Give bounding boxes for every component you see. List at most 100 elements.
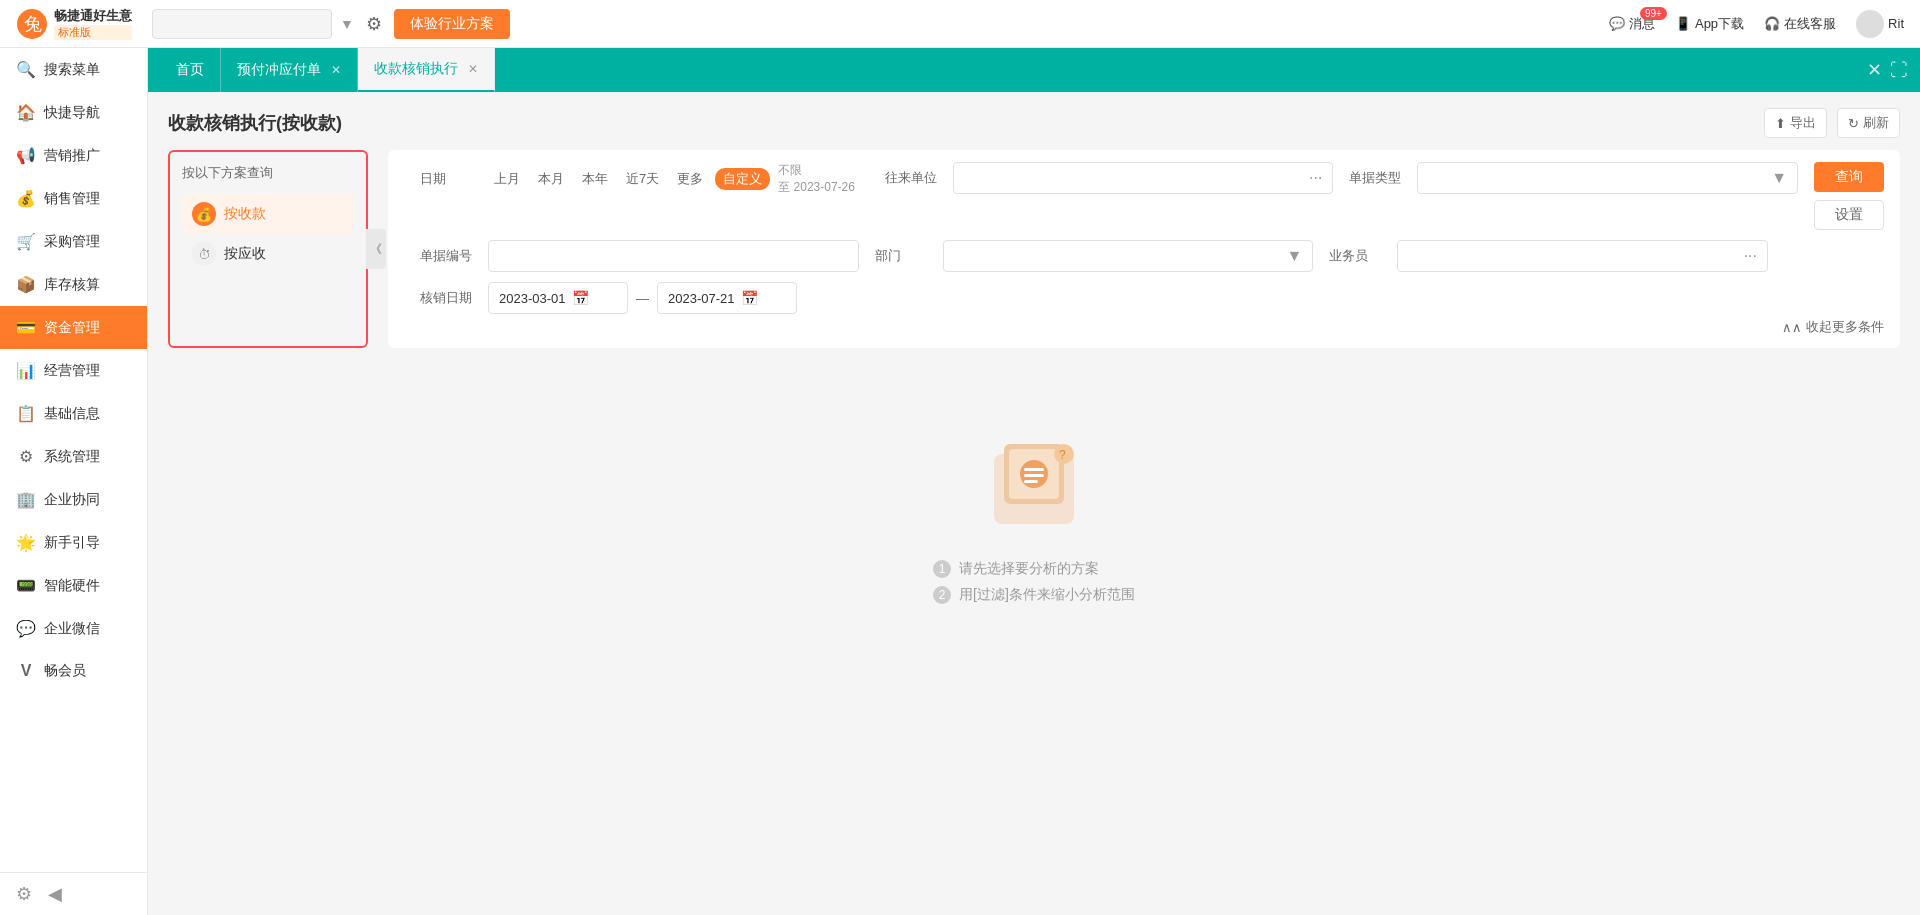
docno-input[interactable]	[488, 240, 859, 272]
filter-area: 按以下方案查询 💰 按收款 ⏱ 按应收 《	[168, 150, 1900, 348]
docno-label: 单据编号	[420, 247, 480, 265]
filter-option-by-receivable[interactable]: ⏱ 按应收	[182, 234, 354, 274]
tab-prepay-label: 预付冲应付单	[237, 61, 321, 79]
writeoff-date-filter: 核销日期 2023-03-01 📅 — 2023-07-21 📅	[420, 282, 797, 314]
collapse-filter-button[interactable]: 《	[366, 229, 386, 269]
tab-prepay-close[interactable]: ✕	[331, 63, 341, 77]
dept-select[interactable]: ▼	[943, 240, 1314, 272]
sidebar-item-guide[interactable]: 🌟 新手引导	[0, 521, 147, 564]
date-tab-last-month[interactable]: 上月	[488, 168, 526, 190]
avatar	[1856, 10, 1884, 38]
writeoff-date-start-input[interactable]: 2023-03-01 📅	[488, 282, 628, 314]
sidebar-item-sales[interactable]: 💰 销售管理	[0, 177, 147, 220]
tab-home-label: 首页	[176, 61, 204, 79]
doctype-label: 单据类型	[1349, 169, 1409, 187]
sidebar-item-finance[interactable]: 💳 资金管理	[0, 306, 147, 349]
sidebar-item-label: 系统管理	[44, 448, 100, 466]
date-tab-custom[interactable]: 自定义	[715, 168, 770, 190]
sidebar-item-quick-nav[interactable]: 🏠 快捷导航	[0, 91, 147, 134]
chevron-up-icon: ∧∧	[1782, 320, 1802, 335]
sidebar-item-basic-info[interactable]: 📋 基础信息	[0, 392, 147, 435]
main-layout: 🔍 搜索菜单 🏠 快捷导航 📢 营销推广 💰 销售管理 🛒 采购管理 📦 库存核…	[0, 48, 1920, 915]
dropdown-icon[interactable]: ▼	[340, 16, 354, 32]
svg-rect-6	[1024, 468, 1044, 471]
expand-icon[interactable]: ⛶	[1890, 60, 1908, 81]
date-tab-more[interactable]: 更多	[671, 168, 709, 190]
export-button[interactable]: ⬆ 导出	[1764, 108, 1827, 138]
tabbar-actions: ✕ ⛶	[1867, 59, 1908, 81]
page-header: 收款核销执行(按收款) ⬆ 导出 ↻ 刷新	[168, 108, 1900, 138]
doctype-select[interactable]: ▼	[1417, 162, 1798, 194]
sidebar-item-label: 搜索菜单	[44, 61, 100, 79]
query-button[interactable]: 查询	[1814, 162, 1884, 192]
staff-label: 业务员	[1329, 247, 1389, 265]
settings-icon[interactable]: ⚙	[16, 883, 32, 905]
app-download-button[interactable]: 📱 App下载	[1675, 15, 1744, 33]
sidebar-item-operation[interactable]: 📊 经营管理	[0, 349, 147, 392]
empty-tip-2: 2 用[过滤]条件来缩小分析范围	[933, 586, 1135, 604]
svg-text:?: ?	[1059, 448, 1066, 462]
date-filter: 日期 上月 本月 本年 近7天 更多 自定义 不限 至	[420, 162, 869, 196]
counterparty-label: 往来单位	[885, 169, 945, 187]
staff-select[interactable]: ···	[1397, 240, 1768, 272]
counterparty-dots-icon: ···	[1309, 169, 1322, 187]
home-icon: 🏠	[16, 103, 36, 122]
svg-rect-7	[1024, 474, 1044, 477]
gear-icon[interactable]: ⚙	[366, 13, 382, 35]
sidebar-item-hardware[interactable]: 📟 智能硬件	[0, 564, 147, 607]
topbar: 兔 畅捷通好生意 标准版 ▼ ⚙ 体验行业方案 💬 消息 99+ 📱 App下载…	[0, 0, 1920, 48]
page-title: 收款核销执行(按收款)	[168, 111, 342, 135]
enterprise-icon: 🏢	[16, 490, 36, 509]
tab-receipt-writeoff-close[interactable]: ✕	[468, 62, 478, 76]
calendar-end-icon: 📅	[741, 290, 758, 306]
sidebar-item-label: 采购管理	[44, 233, 100, 251]
username: Rit	[1888, 16, 1904, 31]
tab-receipt-writeoff[interactable]: 收款核销执行 ✕	[358, 48, 495, 92]
sidebar-item-label: 畅会员	[44, 662, 86, 680]
filter-row-1: 日期 上月 本月 本年 近7天 更多 自定义 不限 至	[420, 162, 1884, 230]
solution-button[interactable]: 体验行业方案	[394, 9, 510, 39]
sidebar-item-enterprise[interactable]: 🏢 企业协同	[0, 478, 147, 521]
date-separator: —	[636, 291, 649, 306]
staff-filter: 业务员 ···	[1329, 240, 1768, 272]
filter-right-panel: 日期 上月 本月 本年 近7天 更多 自定义 不限 至	[388, 150, 1900, 348]
brand-text: 畅捷通好生意 标准版	[54, 7, 132, 40]
sidebar-item-member[interactable]: V 畅会员	[0, 650, 147, 692]
filter-option-by-receipt[interactable]: 💰 按收款	[182, 194, 354, 234]
sidebar-item-marketing[interactable]: 📢 营销推广	[0, 134, 147, 177]
export-icon: ⬆	[1775, 116, 1786, 131]
close-tab-icon[interactable]: ✕	[1867, 59, 1882, 81]
date-tab-this-month[interactable]: 本月	[532, 168, 570, 190]
sidebar-item-label: 基础信息	[44, 405, 100, 423]
date-tab-this-year[interactable]: 本年	[576, 168, 614, 190]
topbar-search-box[interactable]	[152, 9, 332, 39]
date-no-limit-area: 不限 至 2023-07-26	[778, 162, 855, 196]
filter-option-receipt-label: 按收款	[224, 205, 266, 223]
sidebar-item-inventory[interactable]: 📦 库存核算	[0, 263, 147, 306]
sidebar-item-system[interactable]: ⚙ 系统管理	[0, 435, 147, 478]
empty-tips: 1 请先选择要分析的方案 2 用[过滤]条件来缩小分析范围	[933, 560, 1135, 604]
messages-button[interactable]: 💬 消息 99+	[1609, 15, 1655, 33]
tab-home[interactable]: 首页	[160, 48, 221, 92]
collapse-icon[interactable]: ◀	[48, 883, 62, 905]
sidebar-item-search[interactable]: 🔍 搜索菜单	[0, 48, 147, 91]
sidebar-item-label: 库存核算	[44, 276, 100, 294]
filter-option-receivable-label: 按应收	[224, 245, 266, 263]
tab-prepay[interactable]: 预付冲应付单 ✕	[221, 48, 358, 92]
staff-dots-icon: ···	[1744, 247, 1757, 265]
app-logo-icon: 兔	[16, 8, 48, 40]
search-icon: 🔍	[16, 60, 36, 79]
dept-filter: 部门 ▼	[875, 240, 1314, 272]
sidebar-item-purchase[interactable]: 🛒 采购管理	[0, 220, 147, 263]
collapse-more-button[interactable]: ∧∧ 收起更多条件	[420, 318, 1884, 336]
user-area[interactable]: Rit	[1856, 10, 1904, 38]
date-tab-7days[interactable]: 近7天	[620, 168, 665, 190]
online-service-button[interactable]: 🎧 在线客服	[1764, 15, 1836, 33]
sidebar-item-wechat[interactable]: 💬 企业微信	[0, 607, 147, 650]
settings-button[interactable]: 设置	[1814, 200, 1884, 230]
counterparty-select[interactable]: ···	[953, 162, 1334, 194]
refresh-button[interactable]: ↻ 刷新	[1837, 108, 1900, 138]
sidebar-item-label: 资金管理	[44, 319, 100, 337]
writeoff-date-end-input[interactable]: 2023-07-21 📅	[657, 282, 797, 314]
doctype-dropdown-icon: ▼	[1771, 169, 1787, 187]
